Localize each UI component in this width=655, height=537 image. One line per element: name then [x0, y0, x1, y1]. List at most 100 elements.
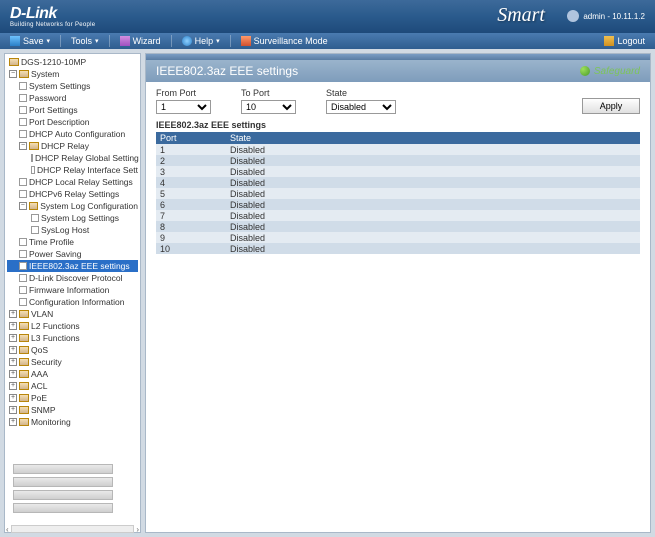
page-icon [19, 82, 27, 90]
tree-eee-settings[interactable]: IEEE802.3az EEE settings [7, 260, 138, 272]
expand-icon[interactable]: + [9, 382, 17, 390]
tree-dhcp-relay[interactable]: −DHCP Relay [7, 140, 138, 152]
page-icon [31, 214, 39, 222]
expand-icon[interactable]: + [9, 310, 17, 318]
collapse-icon[interactable]: − [19, 142, 27, 150]
wizard-label: Wizard [133, 36, 161, 46]
tree-vlan[interactable]: +VLAN [7, 308, 138, 320]
expand-icon[interactable]: + [9, 322, 17, 330]
state-select[interactable]: Disabled [326, 100, 396, 114]
admin-info: admin - 10.11.1.2 [567, 10, 645, 22]
tree-poe[interactable]: +PoE [7, 392, 138, 404]
from-port-select[interactable]: 1 [156, 100, 211, 114]
tree-firmware[interactable]: Firmware Information [7, 284, 138, 296]
table-row: 5Disabled [156, 188, 640, 199]
collapse-icon[interactable]: − [9, 70, 17, 78]
table-row: 4Disabled [156, 177, 640, 188]
wizard-icon [120, 36, 130, 46]
tree-password[interactable]: Password [7, 92, 138, 104]
tree-l3[interactable]: +L3 Functions [7, 332, 138, 344]
tree-port-settings[interactable]: Port Settings [7, 104, 138, 116]
tree-l2[interactable]: +L2 Functions [7, 320, 138, 332]
expand-icon[interactable]: + [9, 394, 17, 402]
safeguard-icon [580, 66, 590, 76]
collapse-icon[interactable]: − [19, 202, 27, 210]
separator [109, 35, 110, 47]
expand-icon[interactable]: + [9, 334, 17, 342]
expand-icon[interactable]: + [9, 346, 17, 354]
save-label: Save [23, 36, 44, 46]
table-row: 8Disabled [156, 221, 640, 232]
smart-logo: Smart [497, 4, 545, 27]
expand-icon[interactable]: + [9, 418, 17, 426]
tree-qos[interactable]: +QoS [7, 344, 138, 356]
folder-icon [19, 346, 29, 354]
folder-icon [9, 58, 19, 66]
page-icon [19, 190, 27, 198]
expand-icon[interactable]: + [9, 406, 17, 414]
logout-button[interactable]: Logout [600, 36, 649, 46]
page-icon [19, 130, 27, 138]
page-icon [19, 274, 27, 282]
cell-state: Disabled [226, 177, 640, 188]
surveillance-button[interactable]: Surveillance Mode [237, 36, 332, 46]
cell-port: 5 [156, 188, 226, 199]
tree-dhcp-auto[interactable]: DHCP Auto Configuration [7, 128, 138, 140]
surveillance-icon [241, 36, 251, 46]
cell-port: 4 [156, 177, 226, 188]
filter-row: From Port 1 To Port 10 State Disabled Ap… [156, 88, 640, 114]
admin-label: admin - 10.11.1.2 [583, 12, 645, 21]
to-port-select[interactable]: 10 [241, 100, 296, 114]
tree-dhcp-local[interactable]: DHCP Local Relay Settings [7, 176, 138, 188]
scroll-right-icon[interactable]: › [136, 525, 139, 534]
scroll-left-icon[interactable]: ‹ [6, 525, 9, 534]
cell-port: 9 [156, 232, 226, 243]
tree-dhcp-relay-global[interactable]: DHCP Relay Global Setting [7, 152, 138, 164]
wizard-button[interactable]: Wizard [116, 36, 165, 46]
tree-system-settings[interactable]: System Settings [7, 80, 138, 92]
save-icon [10, 36, 20, 46]
tree-syslog-settings[interactable]: System Log Settings [7, 212, 138, 224]
page-icon [19, 286, 27, 294]
folder-icon [19, 370, 29, 378]
chevron-down-icon: ▾ [95, 37, 99, 45]
tree-time-profile[interactable]: Time Profile [7, 236, 138, 248]
content-panel: IEEE802.3az EEE settings Safeguard From … [145, 53, 651, 533]
tree-security[interactable]: +Security [7, 356, 138, 368]
tree-power-saving[interactable]: Power Saving [7, 248, 138, 260]
tree-port-description[interactable]: Port Description [7, 116, 138, 128]
tree-config-info[interactable]: Configuration Information [7, 296, 138, 308]
tree-snmp[interactable]: +SNMP [7, 404, 138, 416]
tree-dlink-discover[interactable]: D-Link Discover Protocol [7, 272, 138, 284]
help-menu[interactable]: Help ▾ [178, 36, 224, 46]
folder-icon [19, 382, 29, 390]
cell-port: 6 [156, 199, 226, 210]
state-label: State [326, 88, 396, 98]
folder-icon [19, 310, 29, 318]
save-menu[interactable]: Save ▾ [6, 36, 54, 46]
page-icon [19, 94, 27, 102]
tree-dhcpv6[interactable]: DHCPv6 Relay Settings [7, 188, 138, 200]
chevron-down-icon: ▾ [47, 37, 51, 45]
tree-syslog-host[interactable]: SysLog Host [7, 224, 138, 236]
tree-syslog-conf[interactable]: −System Log Configuration [7, 200, 138, 212]
sidebar-h-scroll[interactable]: ‹ › [6, 524, 139, 534]
eee-status-table: Port State 1Disabled2Disabled3Disabled4D… [156, 132, 640, 254]
apply-button[interactable]: Apply [582, 98, 640, 114]
tools-menu[interactable]: Tools ▾ [67, 36, 103, 46]
section-heading: IEEE802.3az EEE settings [156, 120, 640, 130]
tree-dhcp-relay-interface[interactable]: DHCP Relay Interface Sett [7, 164, 138, 176]
scroll-track[interactable] [11, 525, 135, 533]
expand-icon[interactable]: + [9, 358, 17, 366]
table-row: 9Disabled [156, 232, 640, 243]
folder-icon [19, 322, 29, 330]
tree-root[interactable]: DGS-1210-10MP [7, 56, 138, 68]
tree-monitoring[interactable]: +Monitoring [7, 416, 138, 428]
tree-acl[interactable]: +ACL [7, 380, 138, 392]
page-icon [31, 226, 39, 234]
folder-icon [19, 358, 29, 366]
tree-aaa[interactable]: +AAA [7, 368, 138, 380]
tree-system[interactable]: −System [7, 68, 138, 80]
expand-icon[interactable]: + [9, 370, 17, 378]
cell-state: Disabled [226, 232, 640, 243]
